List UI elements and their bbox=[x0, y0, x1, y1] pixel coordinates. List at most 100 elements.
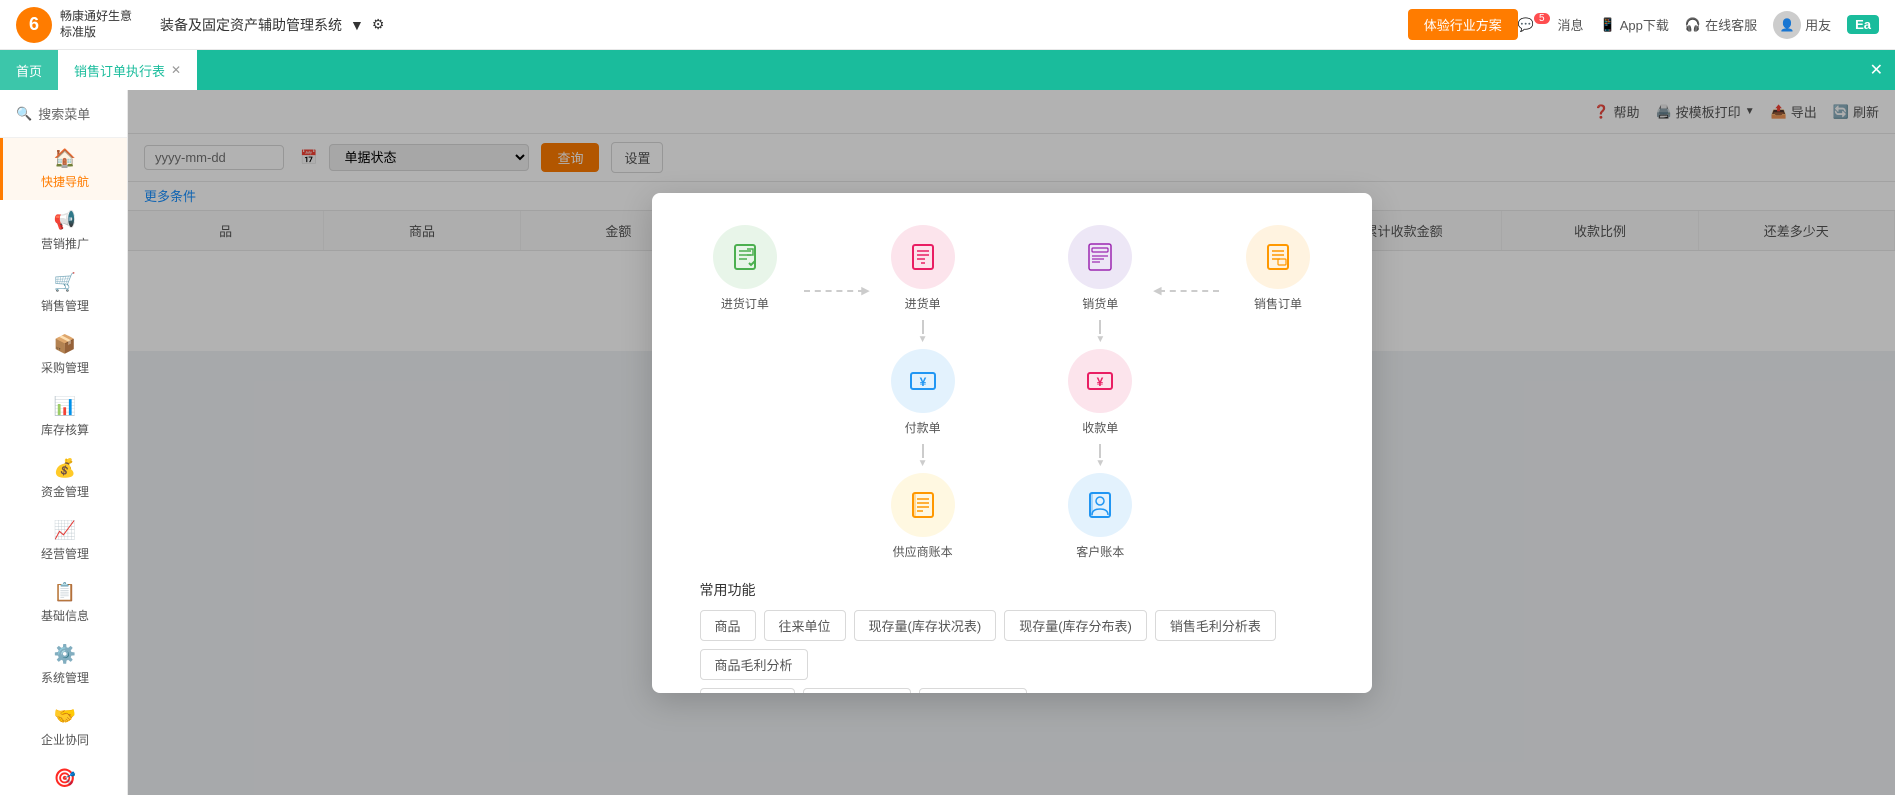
func-btn-product[interactable]: 商品 bbox=[700, 610, 756, 641]
purchase-icon: 📦 bbox=[54, 334, 76, 355]
func-btn-receipt-stats[interactable]: 收款情况统计 bbox=[803, 688, 911, 693]
down-arrow-customer: ▼ bbox=[1068, 444, 1132, 469]
func-buttons-row1: 商品 往来单位 现存量(库存状况表) 现存量(库存分布表) 销售毛利分析表 商品… bbox=[700, 610, 1324, 680]
marketing-label: 营销推广 bbox=[41, 235, 89, 252]
message-item[interactable]: 💬 5 消息 bbox=[1518, 15, 1584, 34]
search-icon: 🔍 bbox=[16, 106, 32, 122]
flow-row-1: 进货订单 ▶ bbox=[700, 225, 1324, 312]
ea-badge[interactable]: Ea bbox=[1847, 15, 1879, 34]
flow-node-payment[interactable]: ¥ 付款单 bbox=[891, 349, 955, 436]
flow-node-purchase-bill[interactable]: 进货单 bbox=[891, 225, 955, 312]
s3a1 bbox=[804, 444, 864, 469]
flow-row-2: ¥ 付款单 ¥ 收款单 bbox=[700, 349, 1324, 436]
customer-book-label: 客户账本 bbox=[1076, 543, 1124, 560]
func-btn-sales-rank[interactable]: 销售排行榜 bbox=[700, 688, 795, 693]
logo-line1: 畅康通好生意 bbox=[60, 9, 132, 25]
sidebar-item-finance[interactable]: 💰 资金管理 bbox=[0, 448, 127, 510]
system-title-dropdown[interactable]: ▼ bbox=[350, 17, 364, 33]
operations-label: 经营管理 bbox=[41, 545, 89, 562]
func-btn-payment-stats[interactable]: 付款情况统计 bbox=[919, 688, 1027, 693]
sidebar-search-button[interactable]: 🔍 搜索菜单 bbox=[8, 98, 119, 129]
svg-text:¥: ¥ bbox=[1097, 375, 1104, 389]
message-badge: 5 bbox=[1534, 13, 1550, 24]
user-area[interactable]: 👤 用友 bbox=[1773, 11, 1831, 39]
online-service-label: 在线客服 bbox=[1705, 15, 1757, 34]
supplier-book-circle bbox=[891, 473, 955, 537]
logo-area: 6 畅康通好生意 标准版 bbox=[16, 7, 144, 43]
sales-label: 销售管理 bbox=[41, 297, 89, 314]
s3mid bbox=[981, 444, 1041, 469]
sidebar-item-purchase[interactable]: 📦 采购管理 bbox=[0, 324, 127, 386]
payment-icon: ¥ bbox=[907, 365, 939, 397]
basic-info-label: 基础信息 bbox=[41, 607, 89, 624]
purchase-bill-label: 进货单 bbox=[905, 295, 941, 312]
s3r bbox=[1246, 444, 1310, 469]
inventory-label: 库存核算 bbox=[41, 421, 89, 438]
purchase-bill-circle bbox=[891, 225, 955, 289]
tab-home[interactable]: 首页 bbox=[0, 50, 58, 90]
sidebar: 🔍 搜索菜单 🏠 快捷导航 📢 营销推广 🛒 销售管理 📦 采购管理 bbox=[0, 90, 128, 795]
marketing-icon: 📢 bbox=[54, 210, 76, 231]
sidebar-item-system[interactable]: ⚙️ 系统管理 bbox=[0, 634, 127, 696]
flow-arrows-down-2: ▼ ▼ bbox=[700, 444, 1324, 469]
sidebar-item-marketing[interactable]: 📢 营销推广 bbox=[0, 200, 127, 262]
tab-home-label: 首页 bbox=[16, 61, 42, 80]
flow-node-supplier-book[interactable]: 供应商账本 bbox=[891, 473, 955, 560]
svg-text:¥: ¥ bbox=[919, 375, 926, 389]
func-buttons-row2: 销售排行榜 收款情况统计 付款情况统计 bbox=[700, 688, 1324, 693]
tab-sales-order[interactable]: 销售订单执行表 ✕ bbox=[58, 50, 197, 90]
sales-bill-icon bbox=[1084, 241, 1116, 273]
sidebar-search-label: 搜索菜单 bbox=[38, 104, 90, 123]
app-download-item[interactable]: 📱 App下载 bbox=[1600, 15, 1669, 34]
app-download-label: App下载 bbox=[1620, 15, 1669, 34]
sidebar-item-quick-nav[interactable]: 🏠 快捷导航 bbox=[0, 138, 127, 200]
trial-button[interactable]: 体验行业方案 bbox=[1408, 9, 1518, 40]
flow-node-purchase-order[interactable]: 进货订单 bbox=[713, 225, 777, 312]
logo-icon: 6 bbox=[16, 7, 52, 43]
operations-icon: 📈 bbox=[54, 520, 76, 541]
inventory-icon: 📊 bbox=[54, 396, 76, 417]
online-service-item[interactable]: 🎧 在线客服 bbox=[1685, 15, 1757, 34]
sidebar-item-guide[interactable]: 🎯 新手引导 bbox=[0, 758, 127, 795]
dialog-inner: 进货订单 ▶ bbox=[652, 193, 1372, 693]
top-header: 6 畅康通好生意 标准版 装备及固定资产辅助管理系统 ▼ ⚙ 体验行业方案 💬 … bbox=[0, 0, 1895, 50]
func-btn-stock-dist[interactable]: 现存量(库存分布表) bbox=[1004, 610, 1147, 641]
sidebar-item-sales[interactable]: 🛒 销售管理 bbox=[0, 262, 127, 324]
tab-bar-close-icon[interactable]: ✕ bbox=[1870, 60, 1883, 80]
receipt-circle: ¥ bbox=[1068, 349, 1132, 413]
sidebar-item-inventory[interactable]: 📊 库存核算 bbox=[0, 386, 127, 448]
settings-icon[interactable]: ⚙ bbox=[372, 16, 385, 33]
flow-node-sales-bill[interactable]: 销货单 bbox=[1068, 225, 1132, 312]
purchase-label: 采购管理 bbox=[41, 359, 89, 376]
tab-close-icon[interactable]: ✕ bbox=[171, 63, 181, 77]
func-btn-stock-status[interactable]: 现存量(库存状况表) bbox=[854, 610, 997, 641]
flow-node-customer-book[interactable]: 客户账本 bbox=[1068, 473, 1132, 560]
func-btn-counterpart[interactable]: 往来单位 bbox=[764, 610, 846, 641]
func-btn-product-margin[interactable]: 商品毛利分析 bbox=[700, 649, 808, 680]
user-avatar: 👤 bbox=[1773, 11, 1801, 39]
spacer-left bbox=[713, 320, 777, 345]
sidebar-item-operations[interactable]: 📈 经营管理 bbox=[0, 510, 127, 572]
main-layout: 🔍 搜索菜单 🏠 快捷导航 📢 营销推广 🛒 销售管理 📦 采购管理 bbox=[0, 90, 1895, 795]
supplier-book-label: 供应商账本 bbox=[893, 543, 953, 560]
receipt-icon: ¥ bbox=[1084, 365, 1116, 397]
sidebar-item-basic-info[interactable]: 📋 基础信息 bbox=[0, 572, 127, 634]
spacer-right bbox=[1246, 320, 1310, 345]
logo-text: 畅康通好生意 标准版 bbox=[60, 9, 132, 40]
func-btn-sales-margin[interactable]: 销售毛利分析表 bbox=[1155, 610, 1276, 641]
arrow-so-to-sb: ◀ bbox=[1159, 290, 1219, 312]
flow-node-sales-order[interactable]: 销售订单 bbox=[1246, 225, 1310, 312]
flow-row-3: 供应商账本 客户账本 bbox=[700, 473, 1324, 560]
user-name: 用友 bbox=[1805, 15, 1831, 34]
quick-nav-icon: 🏠 bbox=[54, 148, 76, 169]
flow-node-receipt[interactable]: ¥ 收款单 bbox=[1068, 349, 1132, 436]
system-icon: ⚙️ bbox=[54, 644, 76, 665]
sidebar-item-enterprise[interactable]: 🤝 企业协同 bbox=[0, 696, 127, 758]
payment-label: 付款单 bbox=[905, 419, 941, 436]
guide-icon: 🎯 bbox=[54, 768, 76, 789]
basic-info-icon: 📋 bbox=[54, 582, 76, 603]
payment-circle: ¥ bbox=[891, 349, 955, 413]
app-download-icon: 📱 bbox=[1600, 17, 1616, 33]
customer-book-icon bbox=[1084, 489, 1116, 521]
system-label: 系统管理 bbox=[41, 669, 89, 686]
